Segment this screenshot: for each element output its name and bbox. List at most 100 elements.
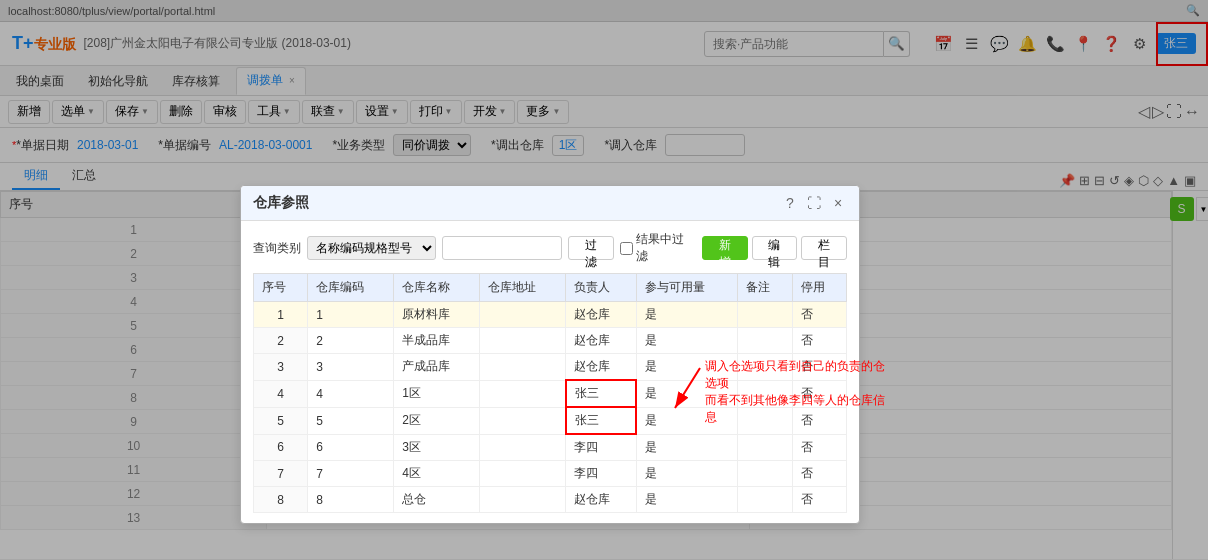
- modal-row-note: [738, 380, 792, 407]
- modal-table-row[interactable]: 8 8 总仓 赵仓库 是 否: [254, 487, 847, 513]
- modal-row-disabled: 否: [792, 434, 846, 461]
- modal-row-no: 3: [254, 354, 308, 381]
- modal-row-code: 5: [308, 407, 394, 434]
- modal-row-note: [738, 434, 792, 461]
- modal-table-row[interactable]: 5 5 2区 张三 是 否: [254, 407, 847, 434]
- modal-close-icon[interactable]: ×: [829, 194, 847, 212]
- modal-row-avail: 是: [636, 328, 738, 354]
- filter-button[interactable]: 过滤: [568, 236, 614, 260]
- modal-row-addr: [480, 328, 566, 354]
- modal-filter-row: 查询类别 名称编码规格型号 过滤 结果中过滤 新增 编辑 栏目: [253, 231, 847, 265]
- modal-row-addr: [480, 380, 566, 407]
- modal-col-avail: 参与可用量: [636, 274, 738, 302]
- manager-cell: 赵仓库: [566, 354, 636, 381]
- modal-col-code: 仓库编码: [308, 274, 394, 302]
- modal-row-no: 4: [254, 380, 308, 407]
- modal-row-disabled: 否: [792, 354, 846, 381]
- modal-body: 查询类别 名称编码规格型号 过滤 结果中过滤 新增 编辑 栏目 序号 仓库编码: [241, 221, 859, 523]
- manager-cell: 赵仓库: [566, 302, 636, 328]
- filter-in-result-checkbox[interactable]: 结果中过滤: [620, 231, 696, 265]
- filter-type-select[interactable]: 名称编码规格型号: [307, 236, 436, 260]
- modal-col-no: 序号: [254, 274, 308, 302]
- modal-row-code: 3: [308, 354, 394, 381]
- btn-modal-new[interactable]: 新增: [702, 236, 748, 260]
- modal-row-addr: [480, 407, 566, 434]
- modal-title: 仓库参照: [253, 194, 309, 212]
- modal-row-note: [738, 328, 792, 354]
- modal-table-row[interactable]: 4 4 1区 张三 是 否: [254, 380, 847, 407]
- modal-row-no: 8: [254, 487, 308, 513]
- modal-table-row[interactable]: 6 6 3区 李四 是 否: [254, 434, 847, 461]
- btn-modal-col[interactable]: 栏目: [801, 236, 847, 260]
- modal-row-avail: 是: [636, 302, 738, 328]
- modal-row-note: [738, 354, 792, 381]
- modal-row-avail: 是: [636, 434, 738, 461]
- modal-row-addr: [480, 461, 566, 487]
- modal-table-row[interactable]: 1 1 原材料库 赵仓库 是 否: [254, 302, 847, 328]
- modal-row-name: 总仓: [394, 487, 480, 513]
- modal-row-disabled: 否: [792, 487, 846, 513]
- modal-col-manager: 负责人: [566, 274, 636, 302]
- modal-row-no: 2: [254, 328, 308, 354]
- modal-row-code: 6: [308, 434, 394, 461]
- warehouse-modal: 仓库参照 ? ⛶ × 查询类别 名称编码规格型号 过滤 结果中过滤 新增 编辑 …: [240, 185, 860, 524]
- manager-cell: 赵仓库: [566, 487, 636, 513]
- modal-table-row[interactable]: 2 2 半成品库 赵仓库 是 否: [254, 328, 847, 354]
- modal-table: 序号 仓库编码 仓库名称 仓库地址 负责人 参与可用量 备注 停用 1 1 原材…: [253, 273, 847, 513]
- modal-row-no: 7: [254, 461, 308, 487]
- modal-header: 仓库参照 ? ⛶ ×: [241, 186, 859, 221]
- modal-row-name: 产成品库: [394, 354, 480, 381]
- modal-row-note: [738, 302, 792, 328]
- modal-row-addr: [480, 354, 566, 381]
- manager-cell: 李四: [566, 461, 636, 487]
- modal-row-avail: 是: [636, 487, 738, 513]
- modal-row-code: 4: [308, 380, 394, 407]
- manager-cell: 赵仓库: [566, 328, 636, 354]
- modal-row-no: 1: [254, 302, 308, 328]
- modal-row-addr: [480, 302, 566, 328]
- manager-cell: 张三: [566, 380, 636, 407]
- modal-row-no: 5: [254, 407, 308, 434]
- modal-row-disabled: 否: [792, 302, 846, 328]
- filter-input[interactable]: [442, 236, 562, 260]
- modal-row-avail: 是: [636, 380, 738, 407]
- modal-col-disabled: 停用: [792, 274, 846, 302]
- modal-help-icon[interactable]: ?: [781, 194, 799, 212]
- modal-col-addr: 仓库地址: [480, 274, 566, 302]
- modal-row-disabled: 否: [792, 328, 846, 354]
- modal-row-name: 4区: [394, 461, 480, 487]
- btn-modal-edit[interactable]: 编辑: [752, 236, 798, 260]
- modal-row-note: [738, 487, 792, 513]
- modal-row-disabled: 否: [792, 380, 846, 407]
- modal-row-note: [738, 461, 792, 487]
- modal-row-code: 2: [308, 328, 394, 354]
- modal-row-disabled: 否: [792, 461, 846, 487]
- modal-header-icons: ? ⛶ ×: [781, 194, 847, 212]
- modal-row-name: 2区: [394, 407, 480, 434]
- modal-col-name: 仓库名称: [394, 274, 480, 302]
- modal-row-note: [738, 407, 792, 434]
- filter-checkbox-input[interactable]: [620, 242, 633, 255]
- modal-row-addr: [480, 434, 566, 461]
- modal-row-name: 1区: [394, 380, 480, 407]
- modal-row-name: 3区: [394, 434, 480, 461]
- modal-row-name: 半成品库: [394, 328, 480, 354]
- modal-col-note: 备注: [738, 274, 792, 302]
- modal-row-code: 8: [308, 487, 394, 513]
- modal-table-row[interactable]: 7 7 4区 李四 是 否: [254, 461, 847, 487]
- modal-row-addr: [480, 487, 566, 513]
- modal-row-avail: 是: [636, 407, 738, 434]
- manager-cell: 张三: [566, 407, 636, 434]
- modal-row-no: 6: [254, 434, 308, 461]
- modal-row-name: 原材料库: [394, 302, 480, 328]
- modal-row-code: 7: [308, 461, 394, 487]
- modal-action-btns: 新增 编辑 栏目: [702, 236, 847, 260]
- modal-expand-icon[interactable]: ⛶: [805, 194, 823, 212]
- modal-row-disabled: 否: [792, 407, 846, 434]
- modal-table-row[interactable]: 3 3 产成品库 赵仓库 是 否: [254, 354, 847, 381]
- filter-label: 查询类别: [253, 240, 301, 257]
- manager-cell: 李四: [566, 434, 636, 461]
- modal-row-code: 1: [308, 302, 394, 328]
- modal-row-avail: 是: [636, 354, 738, 381]
- modal-row-avail: 是: [636, 461, 738, 487]
